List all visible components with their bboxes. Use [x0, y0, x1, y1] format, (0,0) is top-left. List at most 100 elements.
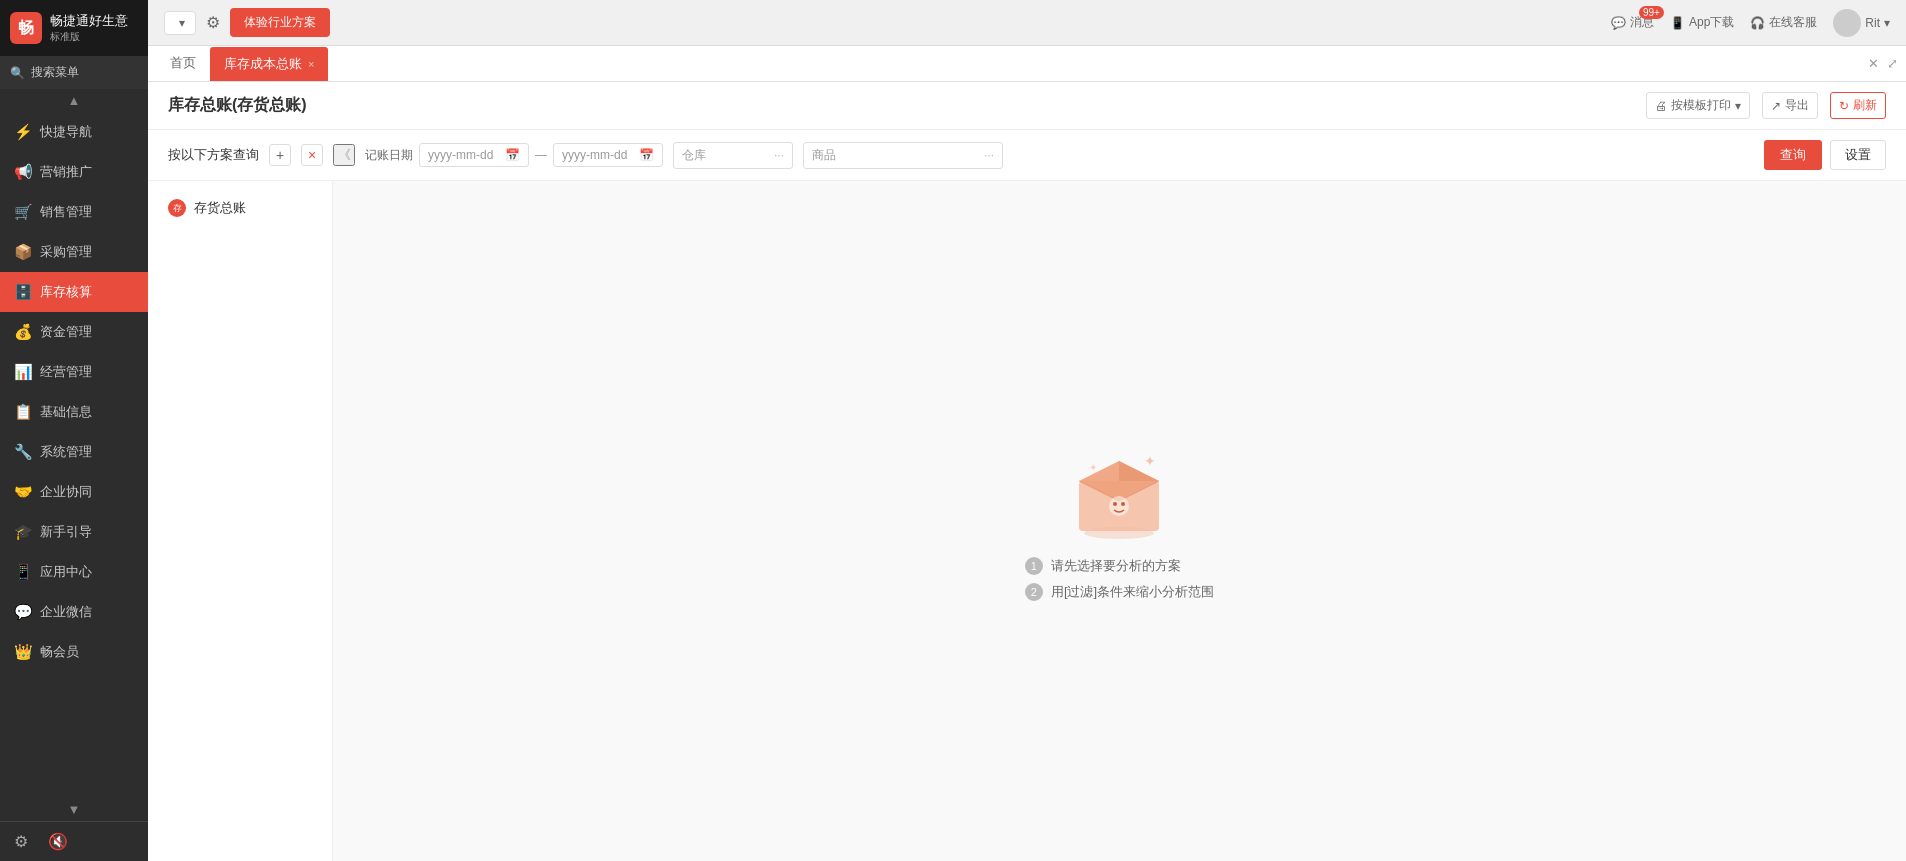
date-to-placeholder: yyyy-mm-dd: [562, 148, 627, 162]
filter-collapse-btn[interactable]: 《: [333, 144, 355, 166]
svg-text:✦: ✦: [1144, 453, 1156, 469]
sidebar-item-vip[interactable]: 👑 畅会员: [0, 632, 148, 672]
user-chevron-icon: ▾: [1884, 16, 1890, 30]
logo: 畅 畅捷通好生意 标准版: [0, 0, 148, 56]
sidebar-item-sales[interactable]: 🛒 销售管理: [0, 192, 148, 232]
sidebar-item-label: 基础信息: [40, 403, 92, 421]
filter-del-btn[interactable]: ×: [301, 144, 323, 166]
gear-icon[interactable]: ⚙: [202, 9, 224, 36]
scheme-item-label: 存货总账: [194, 199, 246, 217]
sidebar-item-finance[interactable]: 💰 资金管理: [0, 312, 148, 352]
scroll-up-btn[interactable]: ▲: [0, 89, 148, 112]
message-btn[interactable]: 💬 消息 99+: [1611, 14, 1654, 31]
print-chevron-icon: ▾: [1735, 99, 1741, 113]
logo-sub: 标准版: [50, 30, 128, 43]
tab-home[interactable]: 首页: [156, 46, 210, 82]
sidebar-item-marketing[interactable]: 📢 营销推广: [0, 152, 148, 192]
empty-illustration: ✦ ✦: [1059, 441, 1179, 541]
settings-icon[interactable]: ⚙: [14, 832, 28, 851]
sidebar: 畅 畅捷通好生意 标准版 🔍 搜索菜单 ▲ ⚡ 快捷导航 📢 营销推广 🛒 销售…: [0, 0, 148, 861]
service-label: 在线客服: [1769, 14, 1817, 31]
tab-close-btn[interactable]: ✕: [1868, 56, 1879, 71]
date-label: 记账日期: [365, 147, 413, 164]
user-menu[interactable]: Rit ▾: [1833, 9, 1890, 37]
warehouse-more-icon: ···: [774, 148, 784, 162]
audio-icon[interactable]: 🔇: [48, 832, 68, 851]
goods-selector[interactable]: 商品 ···: [803, 142, 1003, 169]
svg-point-6: [1109, 496, 1129, 516]
export-label: 导出: [1785, 97, 1809, 114]
purchase-icon: 📦: [14, 243, 32, 261]
filter-label: 按以下方案查询: [168, 146, 259, 164]
scroll-down-btn[interactable]: ▼: [0, 798, 148, 821]
quick-nav-icon: ⚡: [14, 123, 32, 141]
chevron-down-icon: ▾: [179, 16, 185, 30]
filter-add-btn[interactable]: +: [269, 144, 291, 166]
scheme-section: 存 存货总账: [148, 181, 333, 861]
sidebar-item-newbie[interactable]: 🎓 新手引导: [0, 512, 148, 552]
sidebar-item-label: 库存核算: [40, 283, 92, 301]
sidebar-item-label: 快捷导航: [40, 123, 92, 141]
export-icon: ↗: [1771, 99, 1781, 113]
hint1-text: 请先选择要分析的方案: [1051, 557, 1181, 575]
search-menu[interactable]: 🔍 搜索菜单: [0, 56, 148, 89]
sidebar-item-quick-nav[interactable]: ⚡ 快捷导航: [0, 112, 148, 152]
sidebar-item-label: 畅会员: [40, 643, 79, 661]
sidebar-item-label: 资金管理: [40, 323, 92, 341]
filter-bar: 按以下方案查询 + × 《 记账日期 yyyy-mm-dd 📅 — yyyy-m…: [148, 130, 1906, 181]
sidebar-nav: ⚡ 快捷导航 📢 营销推广 🛒 销售管理 📦 采购管理 🗄️ 库存核算 💰 资金…: [0, 112, 148, 798]
service-icon: 🎧: [1750, 16, 1765, 30]
scheme-item-inventory[interactable]: 存 存货总账: [158, 191, 322, 225]
search-label: 搜索菜单: [31, 64, 79, 81]
export-btn[interactable]: ↗ 导出: [1762, 92, 1818, 119]
logo-text: 畅捷通好生意 标准版: [50, 13, 128, 43]
sidebar-item-system[interactable]: 🔧 系统管理: [0, 432, 148, 472]
calendar-from-icon: 📅: [505, 148, 520, 162]
tabbar-right: ✕ ⤢: [1868, 56, 1898, 71]
sidebar-item-wechat[interactable]: 💬 企业微信: [0, 592, 148, 632]
print-label: 按模板打印: [1671, 97, 1731, 114]
refresh-icon: ↻: [1839, 99, 1849, 113]
industry-btn[interactable]: 体验行业方案: [230, 8, 330, 37]
scheme-selector[interactable]: ▾: [164, 11, 196, 35]
content: 库存总账(存货总账) 🖨 按模板打印 ▾ ↗ 导出 ↻ 刷新 按以下方案查询: [148, 82, 1906, 861]
topbar-right: 💬 消息 99+ 📱 App下载 🎧 在线客服 Rit ▾: [1611, 9, 1890, 37]
tab-inventory-cost[interactable]: 库存成本总账 ×: [210, 47, 328, 81]
tab-expand-icon[interactable]: ⤢: [1887, 56, 1898, 71]
action-buttons: 查询 设置: [1764, 140, 1886, 170]
refresh-btn[interactable]: ↻ 刷新: [1830, 92, 1886, 119]
tab-close-icon[interactable]: ×: [308, 58, 314, 70]
date-from-input[interactable]: yyyy-mm-dd 📅: [419, 143, 529, 167]
user-avatar: [1833, 9, 1861, 37]
sidebar-item-inventory[interactable]: 🗄️ 库存核算: [0, 272, 148, 312]
sidebar-item-apps[interactable]: 📱 应用中心: [0, 552, 148, 592]
message-badge: 99+: [1639, 6, 1664, 19]
sidebar-item-label: 企业微信: [40, 603, 92, 621]
hint2-text: 用[过滤]条件来缩小分析范围: [1051, 583, 1214, 601]
empty-text: 1 请先选择要分析的方案 2 用[过滤]条件来缩小分析范围: [1025, 557, 1214, 601]
enterprise-icon: 🤝: [14, 483, 32, 501]
step-1-num: 1: [1025, 557, 1043, 575]
setting-btn[interactable]: 设置: [1830, 140, 1886, 170]
sidebar-item-label: 经营管理: [40, 363, 92, 381]
app-download-btn[interactable]: 📱 App下载: [1670, 14, 1734, 31]
online-service-btn[interactable]: 🎧 在线客服: [1750, 14, 1817, 31]
sidebar-item-purchase[interactable]: 📦 采购管理: [0, 232, 148, 272]
print-btn[interactable]: 🖨 按模板打印 ▾: [1646, 92, 1750, 119]
date-from-placeholder: yyyy-mm-dd: [428, 148, 493, 162]
warehouse-selector[interactable]: 仓库 ···: [673, 142, 793, 169]
search-icon: 🔍: [10, 66, 25, 80]
sidebar-item-operations[interactable]: 📊 经营管理: [0, 352, 148, 392]
tab-active-label: 库存成本总账: [224, 55, 302, 73]
empty-state: ✦ ✦ 1 请先选择要分析的方案 2 用[过滤]条件来缩小分析范围: [1025, 441, 1214, 601]
date-to-input[interactable]: yyyy-mm-dd 📅: [553, 143, 663, 167]
warehouse-label: 仓库: [682, 147, 706, 164]
sidebar-item-label: 采购管理: [40, 243, 92, 261]
query-btn[interactable]: 查询: [1764, 140, 1822, 170]
sidebar-item-basic-info[interactable]: 📋 基础信息: [0, 392, 148, 432]
sidebar-item-label: 营销推广: [40, 163, 92, 181]
date-separator: —: [535, 148, 547, 162]
date-range-group: 记账日期 yyyy-mm-dd 📅 — yyyy-mm-dd 📅: [365, 143, 663, 167]
refresh-label: 刷新: [1853, 97, 1877, 114]
sidebar-item-enterprise[interactable]: 🤝 企业协同: [0, 472, 148, 512]
